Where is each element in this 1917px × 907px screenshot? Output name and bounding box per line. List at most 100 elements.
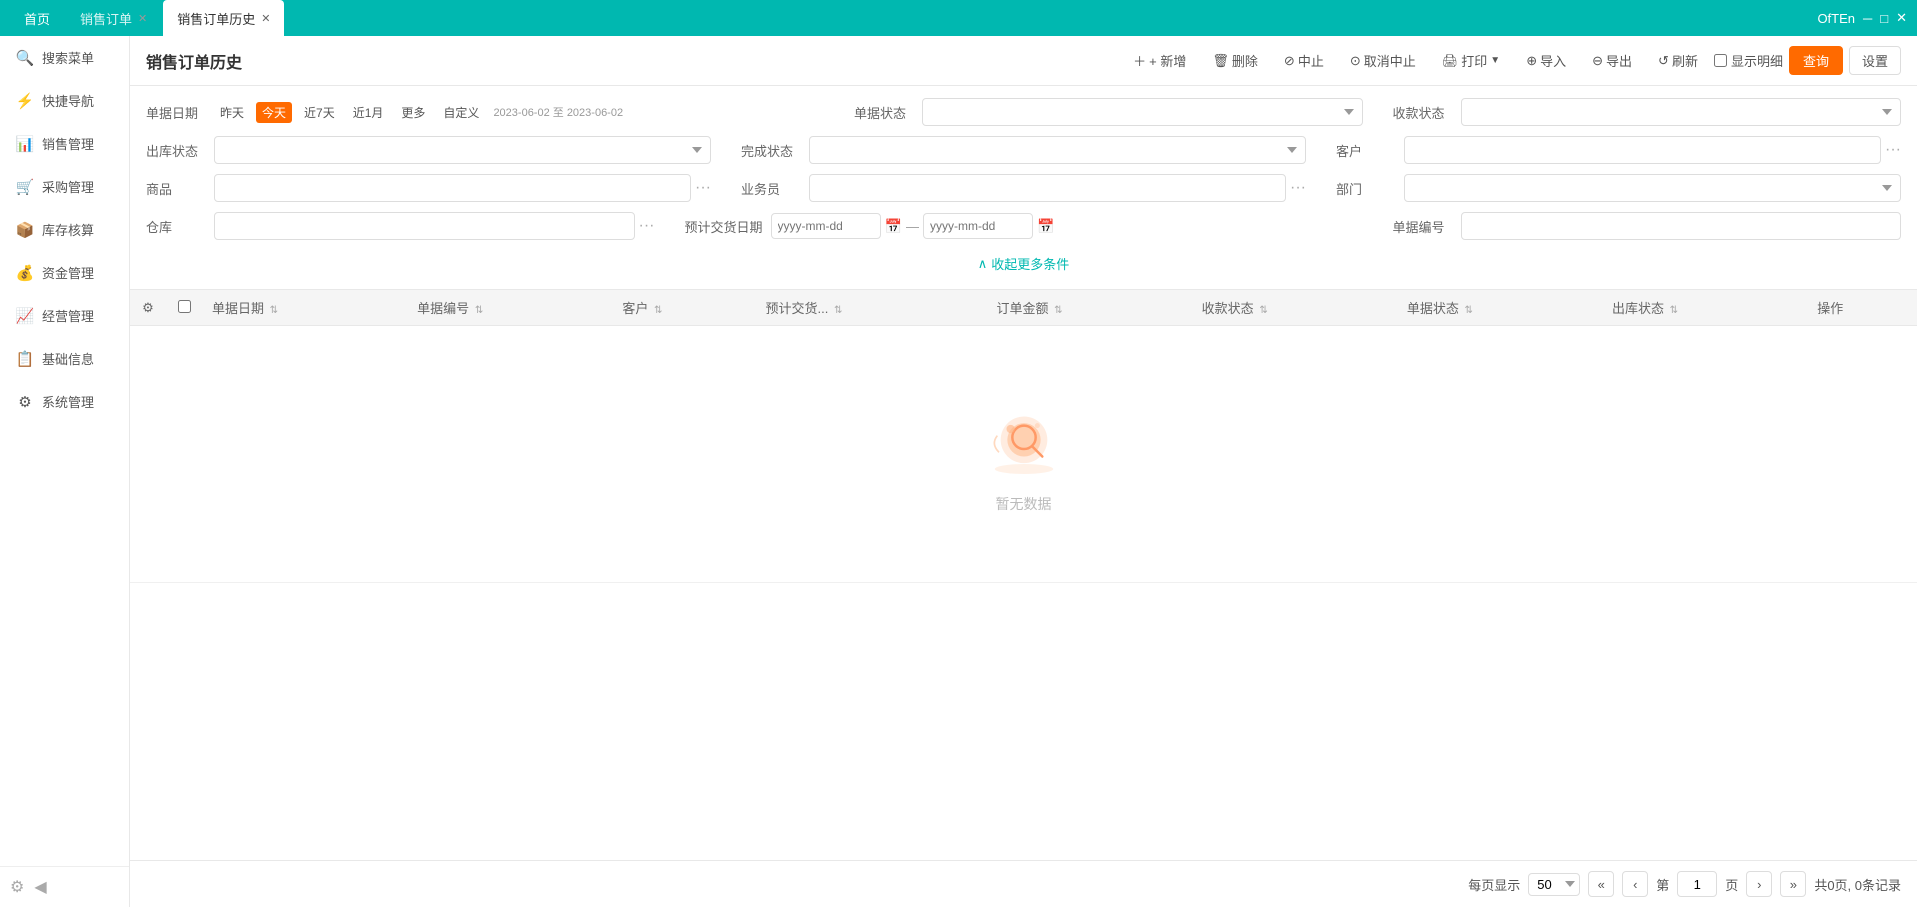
- warehouse-input[interactable]: [214, 212, 635, 240]
- th-doc-status-label: 单据状态: [1407, 301, 1459, 316]
- new-button[interactable]: ＋ + 新增: [1123, 47, 1196, 74]
- stop-button[interactable]: ⊘ 中止: [1274, 47, 1334, 74]
- sort-customer-icon[interactable]: ⇅: [654, 305, 662, 316]
- sort-outbound-icon[interactable]: ⇅: [1670, 305, 1678, 316]
- delivery-date-from[interactable]: [771, 213, 881, 239]
- print-button[interactable]: 🖨 打印 ▼: [1432, 47, 1510, 74]
- print-label: 打印: [1461, 51, 1487, 70]
- department-select[interactable]: [1404, 174, 1901, 202]
- query-button[interactable]: 查询: [1789, 46, 1843, 75]
- date-tag-1month[interactable]: 近1月: [347, 102, 390, 123]
- print-icon: 🖨: [1442, 53, 1459, 69]
- prev-page-btn[interactable]: ‹: [1622, 871, 1648, 897]
- minimize-btn[interactable]: ─: [1863, 11, 1872, 26]
- th-number: 单据编号 ⇅: [407, 290, 612, 326]
- receipt-status-label: 收款状态: [1393, 103, 1453, 122]
- date-tag-7days[interactable]: 近7天: [298, 102, 341, 123]
- date-tag-more[interactable]: 更多: [395, 102, 431, 123]
- often-label: OfTEn: [1817, 11, 1855, 26]
- sidebar-item-operations[interactable]: 📈 经营管理: [0, 294, 129, 337]
- goods-dots[interactable]: ···: [695, 179, 711, 197]
- cancel-stop-button[interactable]: ⊙ 取消中止: [1340, 47, 1426, 74]
- date-tag-yesterday[interactable]: 昨天: [214, 102, 250, 123]
- sidebar-item-purchase[interactable]: 🛒 采购管理: [0, 165, 129, 208]
- import-button[interactable]: ⊕ 导入: [1516, 47, 1576, 74]
- sort-receipt-icon[interactable]: ⇅: [1259, 305, 1267, 316]
- doc-status-filter: 单据状态: [854, 98, 1363, 126]
- import-icon: ⊕: [1526, 53, 1537, 69]
- sidebar-settings-icon[interactable]: ⚙: [10, 877, 24, 897]
- sort-date-icon[interactable]: ⇅: [270, 305, 278, 316]
- sidebar-item-finance[interactable]: 💰 资金管理: [0, 251, 129, 294]
- sort-number-icon[interactable]: ⇅: [475, 305, 483, 316]
- completion-status-filter: 完成状态: [741, 136, 1306, 164]
- th-checkbox[interactable]: [166, 290, 202, 326]
- refresh-icon: ↺: [1658, 53, 1669, 69]
- th-actions-label: 操作: [1817, 301, 1843, 316]
- sidebar-item-sales-label: 销售管理: [42, 134, 94, 153]
- tab-home[interactable]: 首页: [10, 0, 64, 36]
- new-label: + 新增: [1149, 51, 1186, 70]
- export-button[interactable]: ⊖ 导出: [1582, 47, 1642, 74]
- sidebar-item-quick-nav[interactable]: ⚡ 快捷导航: [0, 79, 129, 122]
- sort-delivery-icon[interactable]: ⇅: [834, 305, 842, 316]
- sort-amount-icon[interactable]: ⇅: [1054, 305, 1062, 316]
- last-page-btn[interactable]: »: [1780, 871, 1806, 897]
- tab-sales-order-close[interactable]: ✕: [138, 12, 147, 25]
- delete-icon: 🗑: [1212, 53, 1229, 69]
- page-number-label: 第: [1656, 875, 1669, 894]
- refresh-label: 刷新: [1672, 51, 1698, 70]
- doc-number-filter: 单据编号: [1393, 212, 1902, 240]
- salesperson-input[interactable]: [809, 174, 1286, 202]
- sidebar-collapse-icon[interactable]: ◀: [34, 877, 46, 897]
- collapse-button[interactable]: ∧ 收起更多条件: [978, 250, 1070, 277]
- th-settings[interactable]: ⚙: [130, 290, 166, 326]
- warehouse-dots[interactable]: ···: [639, 217, 655, 235]
- maximize-btn[interactable]: □: [1880, 11, 1888, 26]
- sidebar-item-inventory[interactable]: 📦 库存核算: [0, 208, 129, 251]
- doc-status-select[interactable]: [922, 98, 1363, 126]
- calendar-to-icon[interactable]: 📅: [1037, 218, 1054, 235]
- close-btn[interactable]: ✕: [1896, 10, 1907, 26]
- goods-input[interactable]: [214, 174, 691, 202]
- settings-button[interactable]: 设置: [1849, 46, 1901, 75]
- next-page-btn[interactable]: ›: [1746, 871, 1772, 897]
- table-body: 暂无数据: [130, 326, 1917, 583]
- page-size-select[interactable]: 50 10 20 100: [1528, 873, 1580, 896]
- pagination: 每页显示 50 10 20 100 « ‹ 第 页 › » 共0页, 0条记录: [130, 860, 1917, 907]
- first-page-btn[interactable]: «: [1588, 871, 1614, 897]
- tab-sales-order-history-close[interactable]: ✕: [261, 12, 270, 25]
- delete-button[interactable]: 🗑 删除: [1202, 47, 1268, 74]
- calendar-from-icon[interactable]: 📅: [885, 218, 902, 235]
- customer-dots[interactable]: ···: [1885, 141, 1901, 159]
- stop-label: 中止: [1298, 51, 1324, 70]
- settings-label: 设置: [1862, 51, 1888, 70]
- sidebar-item-search[interactable]: 🔍 搜索菜单: [0, 36, 129, 79]
- finance-icon: 💰: [16, 264, 34, 282]
- completion-status-select[interactable]: [809, 136, 1306, 164]
- receipt-status-select[interactable]: [1461, 98, 1902, 126]
- outbound-status-select[interactable]: [214, 136, 711, 164]
- filter-area: 单据日期 昨天 今天 近7天 近1月 更多 自定义 2023-06-02 至 2…: [130, 86, 1917, 290]
- th-date: 单据日期 ⇅: [202, 290, 407, 326]
- settings-gear-icon[interactable]: ⚙: [142, 300, 154, 315]
- sidebar-item-system[interactable]: ⚙ 系统管理: [0, 380, 129, 423]
- date-tag-today[interactable]: 今天: [256, 102, 292, 123]
- no-data-text: 暂无数据: [996, 494, 1052, 514]
- sidebar-item-basic-info[interactable]: 📋 基础信息: [0, 337, 129, 380]
- page-number-input[interactable]: [1677, 871, 1717, 897]
- tab-sales-order-history[interactable]: 销售订单历史 ✕: [163, 0, 284, 36]
- salesperson-dots[interactable]: ···: [1290, 179, 1306, 197]
- sort-doc-status-icon[interactable]: ⇅: [1464, 305, 1472, 316]
- doc-number-input[interactable]: [1461, 212, 1902, 240]
- show-columns-checkbox[interactable]: [1714, 54, 1727, 67]
- delivery-date-to[interactable]: [923, 213, 1033, 239]
- show-columns-label[interactable]: 显示明细: [1714, 51, 1783, 70]
- select-all-checkbox[interactable]: [178, 300, 191, 313]
- date-tag-custom[interactable]: 自定义: [437, 102, 485, 123]
- tab-sales-order[interactable]: 销售订单 ✕: [66, 0, 161, 36]
- filter-row-3: 商品 ··· 业务员 ··· 部门: [146, 174, 1901, 202]
- refresh-button[interactable]: ↺ 刷新: [1648, 47, 1708, 74]
- customer-input[interactable]: [1404, 136, 1881, 164]
- sidebar-item-sales[interactable]: 📊 销售管理: [0, 122, 129, 165]
